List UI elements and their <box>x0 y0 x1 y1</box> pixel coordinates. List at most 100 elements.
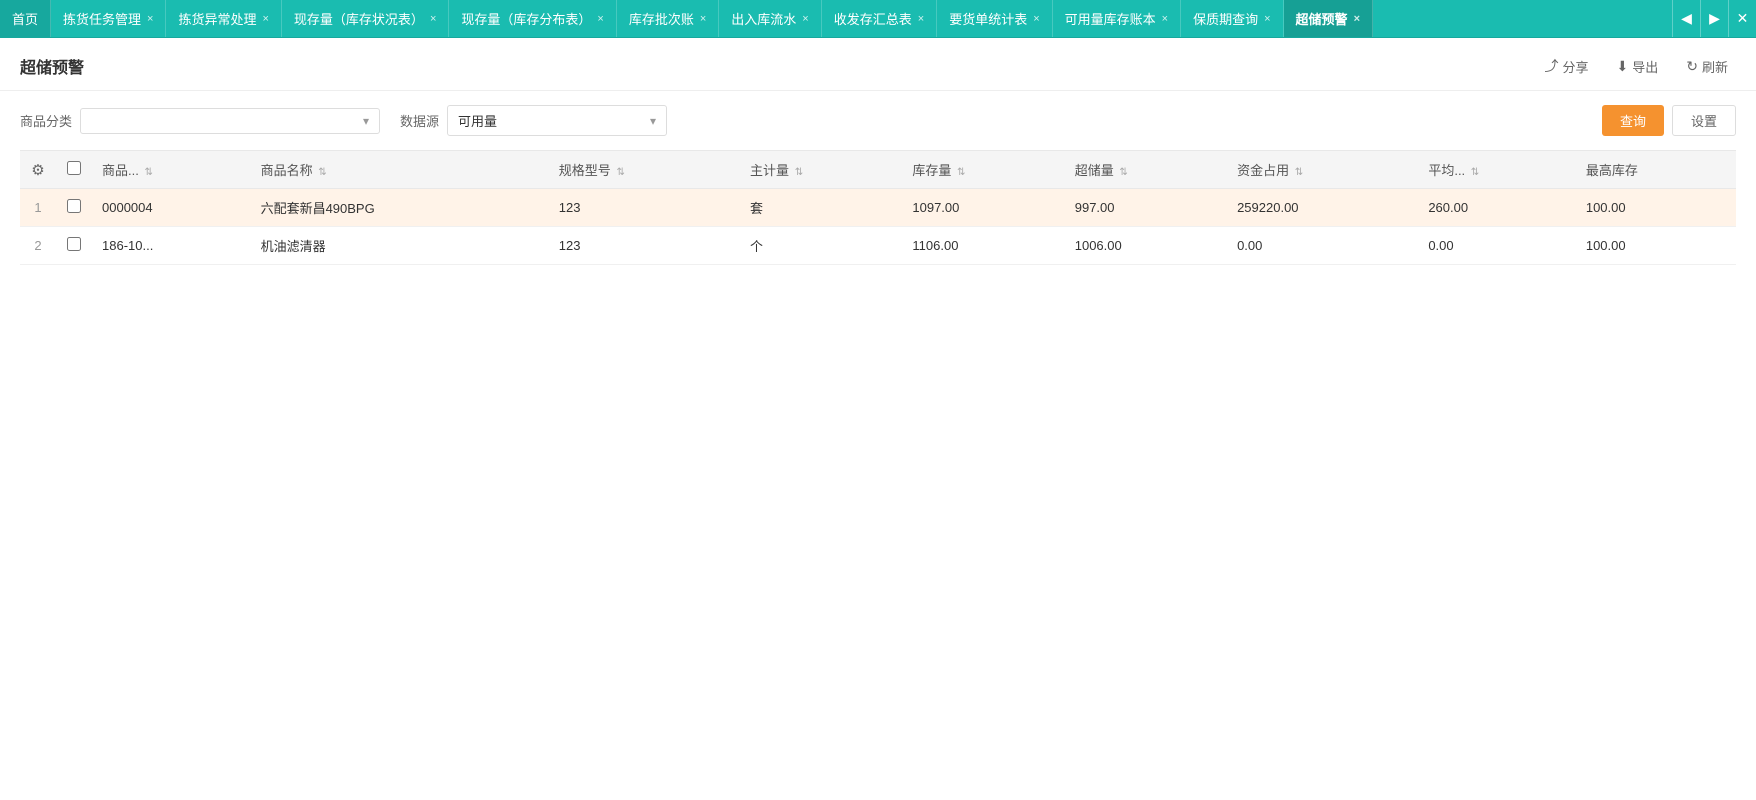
nav-tab-home[interactable]: 首页 <box>0 0 51 38</box>
sort-spec-icon: ⇅ <box>616 167 624 178</box>
datasource-filter-label: 数据源 <box>400 111 439 130</box>
filter-area: 商品分类 ▾ 数据源 可用量 ▾ 查询 设置 <box>0 91 1756 150</box>
sort-unit-icon: ⇅ <box>795 167 803 178</box>
export-button[interactable]: ⬇ 导出 <box>1609 53 1667 80</box>
nav-tab-batch[interactable]: 库存批次账 × <box>617 0 719 38</box>
top-navigation: 首页 拣货任务管理 × 拣货异常处理 × 现存量（库存状况表） × 现存量（库存… <box>0 0 1756 38</box>
cell-product-code-1: 186-10... <box>92 227 251 265</box>
table-header-row: ⚙ 商品... ⇅ 商品名称 ⇅ 规格型号 ⇅ <box>20 151 1736 189</box>
nav-tab-exception[interactable]: 拣货异常处理 × <box>166 0 281 38</box>
cell-overstock-1: 1006.00 <box>1065 227 1227 265</box>
query-button[interactable]: 查询 <box>1602 105 1664 136</box>
th-capital[interactable]: 资金占用 ⇅ <box>1227 151 1418 189</box>
cell-capital-1: 0.00 <box>1227 227 1418 265</box>
cell-spec-0: 123 <box>549 189 740 227</box>
nav-tab-stock1[interactable]: 现存量（库存状况表） × <box>282 0 449 38</box>
cell-spec-1: 123 <box>549 227 740 265</box>
refresh-icon: ↻ <box>1686 58 1698 75</box>
row-checkbox-1[interactable] <box>67 237 81 251</box>
nav-tab-flow[interactable]: 出入库流水 × <box>719 0 821 38</box>
cell-stock-0: 1097.00 <box>902 189 1064 227</box>
cell-overstock-0: 997.00 <box>1065 189 1227 227</box>
th-product-name[interactable]: 商品名称 ⇅ <box>251 151 549 189</box>
close-tab-batch[interactable]: × <box>700 13 706 25</box>
table-body: 1 0000004 六配套新昌490BPG 123 套 1097.00 997.… <box>20 189 1736 265</box>
sort-avg-icon: ⇅ <box>1471 167 1479 178</box>
cell-max-stock-0: 100.00 <box>1576 189 1736 227</box>
nav-close-all-button[interactable]: ✕ <box>1728 0 1756 38</box>
cell-capital-0: 259220.00 <box>1227 189 1418 227</box>
cell-unit-1: 个 <box>740 227 902 265</box>
th-max-stock[interactable]: 最高库存 <box>1576 151 1736 189</box>
close-tab-overstock[interactable]: × <box>1354 13 1360 25</box>
cell-unit-0: 套 <box>740 189 902 227</box>
cell-product-name-0: 六配套新昌490BPG <box>251 189 549 227</box>
th-unit[interactable]: 主计量 ⇅ <box>740 151 902 189</box>
select-all-checkbox[interactable] <box>67 161 81 175</box>
close-tab-stock1[interactable]: × <box>430 13 436 25</box>
th-stock[interactable]: 库存量 ⇅ <box>902 151 1064 189</box>
data-table-wrap: ⚙ 商品... ⇅ 商品名称 ⇅ 规格型号 ⇅ <box>0 150 1756 265</box>
close-tab-stock2[interactable]: × <box>597 13 603 25</box>
category-select-chevron: ▾ <box>363 114 369 128</box>
close-tab-flow[interactable]: × <box>802 13 808 25</box>
sort-stock-icon: ⇅ <box>957 167 965 178</box>
share-icon: ⤴ <box>1544 56 1558 76</box>
cell-stock-1: 1106.00 <box>902 227 1064 265</box>
row-checkbox-0[interactable] <box>67 199 81 213</box>
cell-product-name-1: 机油滤清器 <box>251 227 549 265</box>
page-content: 超储预警 ⤴ 分享 ⬇ 导出 ↻ 刷新 商品分类 ▾ 数据源 <box>0 38 1756 800</box>
category-filter-label: 商品分类 <box>20 111 72 130</box>
share-button[interactable]: ⤴ 分享 <box>1536 52 1596 80</box>
cell-avg-0: 260.00 <box>1418 189 1576 227</box>
cell-product-code-0: 0000004 <box>92 189 251 227</box>
sort-product-code-icon: ⇅ <box>144 167 152 178</box>
close-tab-available[interactable]: × <box>1162 13 1168 25</box>
datasource-filter: 数据源 可用量 ▾ <box>400 105 667 136</box>
sort-product-name-icon: ⇅ <box>318 167 326 178</box>
nav-tab-expiry[interactable]: 保质期查询 × <box>1181 0 1283 38</box>
th-product-code[interactable]: 商品... ⇅ <box>92 151 251 189</box>
nav-tab-available[interactable]: 可用量库存账本 × <box>1053 0 1181 38</box>
nav-tab-task[interactable]: 拣货任务管理 × <box>51 0 166 38</box>
close-tab-exception[interactable]: × <box>262 13 268 25</box>
category-filter: 商品分类 ▾ <box>20 108 380 134</box>
sort-overstock-icon: ⇅ <box>1119 167 1127 178</box>
close-tab-task[interactable]: × <box>147 13 153 25</box>
nav-tab-overstock[interactable]: 超储预警 × <box>1284 0 1373 38</box>
datasource-select-value: 可用量 <box>458 111 497 130</box>
row-num-1: 2 <box>20 227 56 265</box>
sort-capital-icon: ⇅ <box>1295 167 1303 178</box>
nav-tab-requisition[interactable]: 要货单统计表 × <box>937 0 1052 38</box>
nav-arrows: ◀ ▶ ✕ <box>1672 0 1756 38</box>
th-overstock[interactable]: 超储量 ⇅ <box>1065 151 1227 189</box>
datasource-select[interactable]: 可用量 ▾ <box>447 105 667 136</box>
nav-tab-stock2[interactable]: 现存量（库存分布表） × <box>449 0 616 38</box>
row-check-1 <box>56 227 92 265</box>
filter-actions: 查询 设置 <box>1602 105 1736 136</box>
row-num-0: 1 <box>20 189 56 227</box>
th-spec[interactable]: 规格型号 ⇅ <box>549 151 740 189</box>
settings-button[interactable]: 设置 <box>1672 105 1736 136</box>
th-checkbox <box>56 151 92 189</box>
nav-prev-button[interactable]: ◀ <box>1672 0 1700 38</box>
header-actions: ⤴ 分享 ⬇ 导出 ↻ 刷新 <box>1536 52 1736 80</box>
nav-tab-summary[interactable]: 收发存汇总表 × <box>822 0 937 38</box>
th-avg[interactable]: 平均... ⇅ <box>1418 151 1576 189</box>
table-row: 2 186-10... 机油滤清器 123 个 1106.00 1006.00 … <box>20 227 1736 265</box>
gear-icon[interactable]: ⚙ <box>31 162 44 179</box>
close-tab-expiry[interactable]: × <box>1264 13 1270 25</box>
th-gear: ⚙ <box>20 151 56 189</box>
category-select[interactable]: ▾ <box>80 108 380 134</box>
data-table: ⚙ 商品... ⇅ 商品名称 ⇅ 规格型号 ⇅ <box>20 150 1736 265</box>
page-title: 超储预警 <box>20 54 84 78</box>
export-icon: ⬇ <box>1617 58 1629 75</box>
close-tab-requisition[interactable]: × <box>1033 13 1039 25</box>
close-tab-summary[interactable]: × <box>918 13 924 25</box>
page-header: 超储预警 ⤴ 分享 ⬇ 导出 ↻ 刷新 <box>0 38 1756 91</box>
cell-max-stock-1: 100.00 <box>1576 227 1736 265</box>
refresh-button[interactable]: ↻ 刷新 <box>1678 53 1736 80</box>
table-row: 1 0000004 六配套新昌490BPG 123 套 1097.00 997.… <box>20 189 1736 227</box>
row-check-0 <box>56 189 92 227</box>
nav-next-button[interactable]: ▶ <box>1700 0 1728 38</box>
